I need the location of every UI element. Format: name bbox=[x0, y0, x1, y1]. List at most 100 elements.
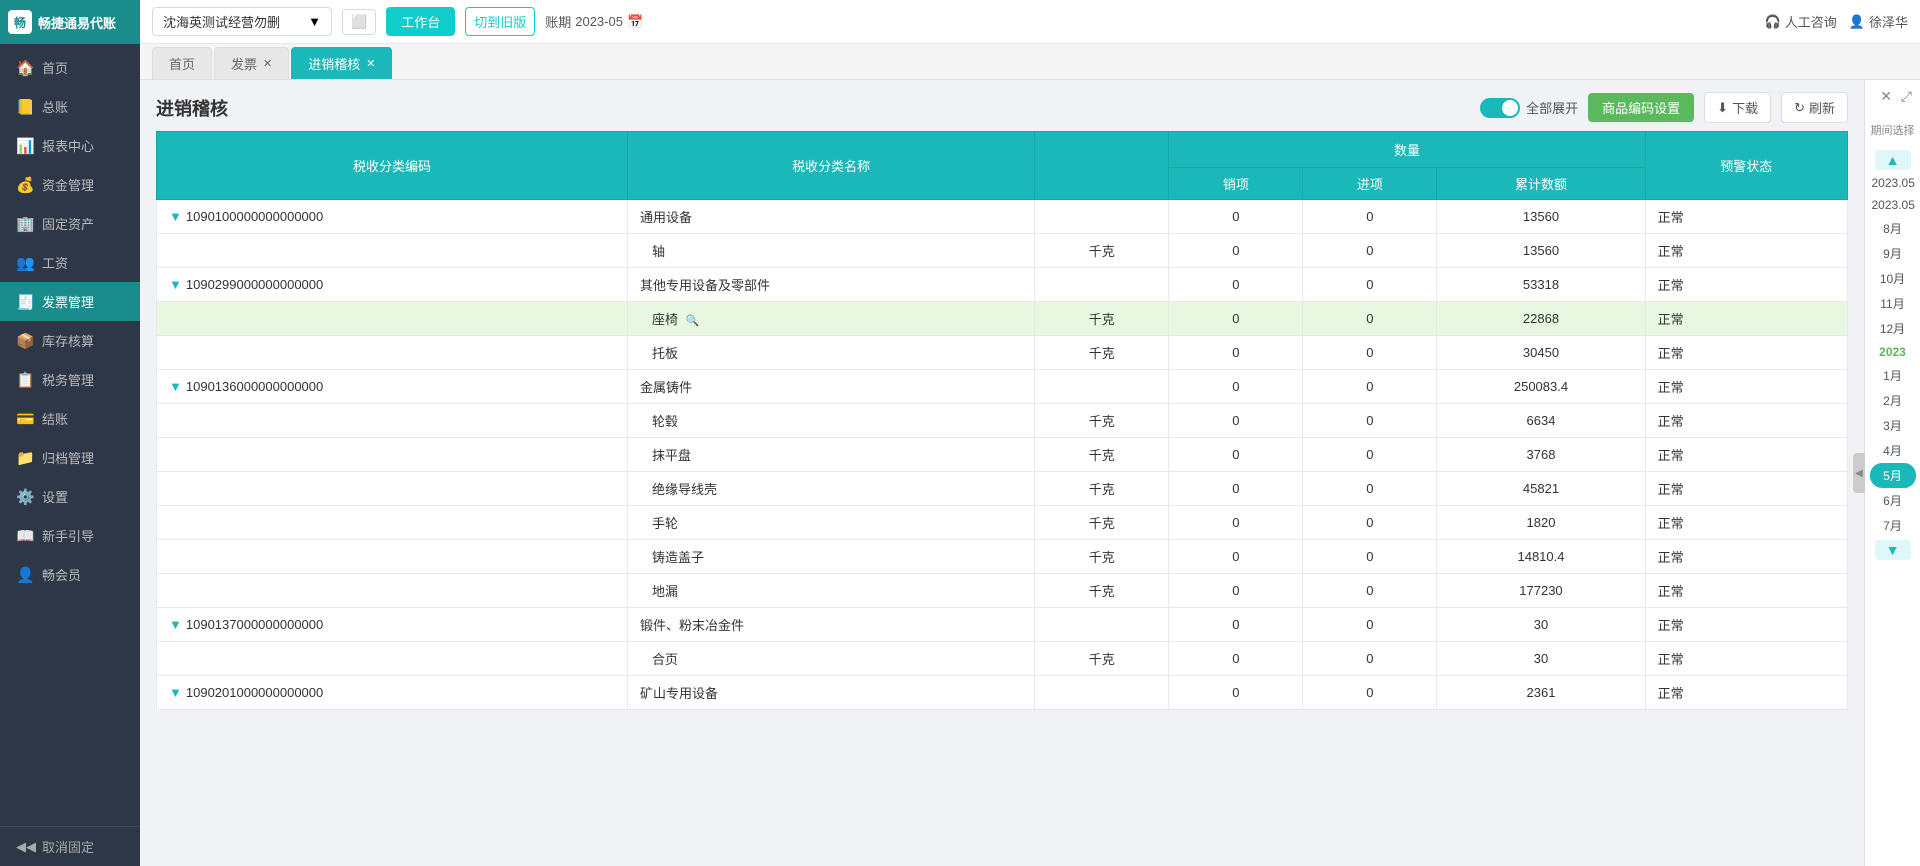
cell-sales: 0 bbox=[1169, 506, 1303, 540]
product-code-button[interactable]: 商品编码设置 bbox=[1588, 93, 1694, 122]
col-sales: 销项 bbox=[1169, 168, 1303, 200]
period-selector[interactable]: 账期 2023-05 📅 bbox=[545, 12, 643, 31]
cell-name: 锻件、粉末冶金件 bbox=[627, 608, 1034, 642]
table-row: ▼1090136000000000000 金属铸件 0 0 250083.4 正… bbox=[157, 370, 1848, 404]
sidebar-item-发票管理[interactable]: 🧾发票管理 bbox=[0, 282, 140, 321]
tab-0[interactable]: 首页 bbox=[152, 47, 212, 79]
workbench-button[interactable]: 工作台 bbox=[386, 7, 455, 36]
save-draft-button[interactable]: ⬜ bbox=[342, 9, 376, 35]
sidebar-icon-4: 🏢 bbox=[16, 215, 34, 233]
company-selector[interactable]: 沈海英测试经营勿删 ▼ bbox=[152, 7, 332, 36]
period-item-2[interactable]: 8月 bbox=[1870, 216, 1916, 241]
period-item-10[interactable]: 3月 bbox=[1870, 413, 1916, 438]
sidebar-icon-8: 📋 bbox=[16, 371, 34, 389]
period-item-1[interactable]: 2023.05 bbox=[1870, 194, 1916, 216]
cell-unit: 千克 bbox=[1035, 302, 1169, 336]
sidebar-item-工资[interactable]: 👥工资 bbox=[0, 243, 140, 282]
calendar-icon: 📅 bbox=[627, 14, 643, 30]
period-item-9[interactable]: 2月 bbox=[1870, 388, 1916, 413]
cell-purchase: 0 bbox=[1303, 472, 1437, 506]
cell-total: 30 bbox=[1437, 608, 1645, 642]
cell-purchase: 0 bbox=[1303, 268, 1437, 302]
cell-status: 正常 bbox=[1645, 438, 1847, 472]
period-item-12[interactable]: 5月 bbox=[1870, 463, 1916, 488]
sidebar-item-库存核算[interactable]: 📦库存核算 bbox=[0, 321, 140, 360]
sidebar-item-归档管理[interactable]: 📁归档管理 bbox=[0, 438, 140, 477]
table-row: ▼1090100000000000000 通用设备 0 0 13560 正常 bbox=[157, 200, 1848, 234]
cell-unit: 千克 bbox=[1035, 336, 1169, 370]
period-item-6[interactable]: 12月 bbox=[1870, 316, 1916, 341]
period-item-7[interactable]: 2023 bbox=[1870, 341, 1916, 363]
sidebar-item-资金管理[interactable]: 💰资金管理 bbox=[0, 165, 140, 204]
tab-1[interactable]: 发票✕ bbox=[214, 47, 289, 79]
expand-panel-button[interactable]: ⤢ bbox=[1901, 88, 1912, 105]
sidebar-item-畅会员[interactable]: 👤畅会员 bbox=[0, 555, 140, 594]
tab-2[interactable]: 进销稽核✕ bbox=[291, 47, 392, 79]
refresh-button[interactable]: ↻ 刷新 bbox=[1781, 92, 1848, 123]
support-button[interactable]: 🎧 人工咨询 bbox=[1765, 12, 1837, 31]
period-item-13[interactable]: 6月 bbox=[1870, 488, 1916, 513]
cell-code bbox=[157, 234, 628, 268]
period-item-5[interactable]: 11月 bbox=[1870, 291, 1916, 316]
cell-total: 250083.4 bbox=[1437, 370, 1645, 404]
switch-old-button[interactable]: 切到旧版 bbox=[465, 7, 535, 36]
sidebar-item-总账[interactable]: 📒总账 bbox=[0, 87, 140, 126]
cell-total: 13560 bbox=[1437, 234, 1645, 268]
download-button[interactable]: ⬇ 下载 bbox=[1704, 92, 1771, 123]
sidebar-icon-11: ⚙️ bbox=[16, 488, 34, 506]
period-list: 2023.052023.058月9月10月11月12月20231月2月3月4月5… bbox=[1870, 172, 1916, 538]
period-scroll-down[interactable]: ▼ bbox=[1875, 540, 1911, 560]
cell-sales: 0 bbox=[1169, 574, 1303, 608]
cell-status: 正常 bbox=[1645, 574, 1847, 608]
panel-toggle[interactable]: ◀ bbox=[1853, 453, 1865, 493]
cell-total: 30450 bbox=[1437, 336, 1645, 370]
cell-code: ▼1090100000000000000 bbox=[157, 200, 628, 234]
cell-total: 3768 bbox=[1437, 438, 1645, 472]
company-name: 沈海英测试经营勿删 bbox=[163, 12, 304, 31]
cell-status: 正常 bbox=[1645, 370, 1847, 404]
table-row: 托板 千克 0 0 30450 正常 bbox=[157, 336, 1848, 370]
user-profile[interactable]: 👤 徐泽华 bbox=[1849, 12, 1908, 31]
sidebar-label-8: 税务管理 bbox=[42, 370, 94, 389]
refresh-icon: ↻ bbox=[1794, 100, 1805, 116]
cell-purchase: 0 bbox=[1303, 540, 1437, 574]
col-tax-code: 税收分类编码 bbox=[157, 132, 628, 200]
period-item-8[interactable]: 1月 bbox=[1870, 363, 1916, 388]
cell-unit bbox=[1035, 200, 1169, 234]
content: 进销稽核 全部展开 商品编码设置 ⬇ 下载 ↻ 刷新 bbox=[140, 80, 1920, 866]
logo-icon: 畅 bbox=[8, 10, 32, 34]
sidebar-item-新手引导[interactable]: 📖新手引导 bbox=[0, 516, 140, 555]
close-panel-button[interactable]: ✕ bbox=[1880, 88, 1892, 105]
period-item-0[interactable]: 2023.05 bbox=[1870, 172, 1916, 194]
sidebar-item-首页[interactable]: 🏠首页 bbox=[0, 48, 140, 87]
sidebar-bottom[interactable]: ◀◀ 取消固定 bbox=[0, 826, 140, 866]
sidebar-item-固定资产[interactable]: 🏢固定资产 bbox=[0, 204, 140, 243]
content-main: 进销稽核 全部展开 商品编码设置 ⬇ 下载 ↻ 刷新 bbox=[140, 80, 1864, 866]
period-value: 2023-05 bbox=[575, 14, 623, 29]
period-item-4[interactable]: 10月 bbox=[1870, 266, 1916, 291]
cell-purchase: 0 bbox=[1303, 642, 1437, 676]
tab-close-2[interactable]: ✕ bbox=[366, 57, 375, 70]
period-scroll-up[interactable]: ▲ bbox=[1875, 150, 1911, 170]
user-label: 徐泽华 bbox=[1869, 12, 1908, 31]
period-panel-label: 期间选择 bbox=[1869, 118, 1917, 142]
expand-toggle[interactable] bbox=[1480, 98, 1520, 118]
cell-name: 合页 bbox=[627, 642, 1034, 676]
user-icon: 👤 bbox=[1849, 14, 1865, 30]
sidebar-item-结账[interactable]: 💳结账 bbox=[0, 399, 140, 438]
table-row[interactable]: 座椅 🔍 千克 0 0 22868 正常 bbox=[157, 302, 1848, 336]
cell-purchase: 0 bbox=[1303, 234, 1437, 268]
cell-unit bbox=[1035, 370, 1169, 404]
period-item-3[interactable]: 9月 bbox=[1870, 241, 1916, 266]
sidebar-item-设置[interactable]: ⚙️设置 bbox=[0, 477, 140, 516]
sidebar-item-报表中心[interactable]: 📊报表中心 bbox=[0, 126, 140, 165]
sidebar-item-税务管理[interactable]: 📋 税务管理 bbox=[0, 360, 140, 399]
period-item-14[interactable]: 7月 bbox=[1870, 513, 1916, 538]
cell-name: 轴 bbox=[627, 234, 1034, 268]
cell-name: 矿山专用设备 bbox=[627, 676, 1034, 710]
period-item-11[interactable]: 4月 bbox=[1870, 438, 1916, 463]
cell-name: 托板 bbox=[627, 336, 1034, 370]
sidebar-label-10: 归档管理 bbox=[42, 448, 94, 467]
tab-close-1[interactable]: ✕ bbox=[263, 57, 272, 70]
cell-total: 45821 bbox=[1437, 472, 1645, 506]
